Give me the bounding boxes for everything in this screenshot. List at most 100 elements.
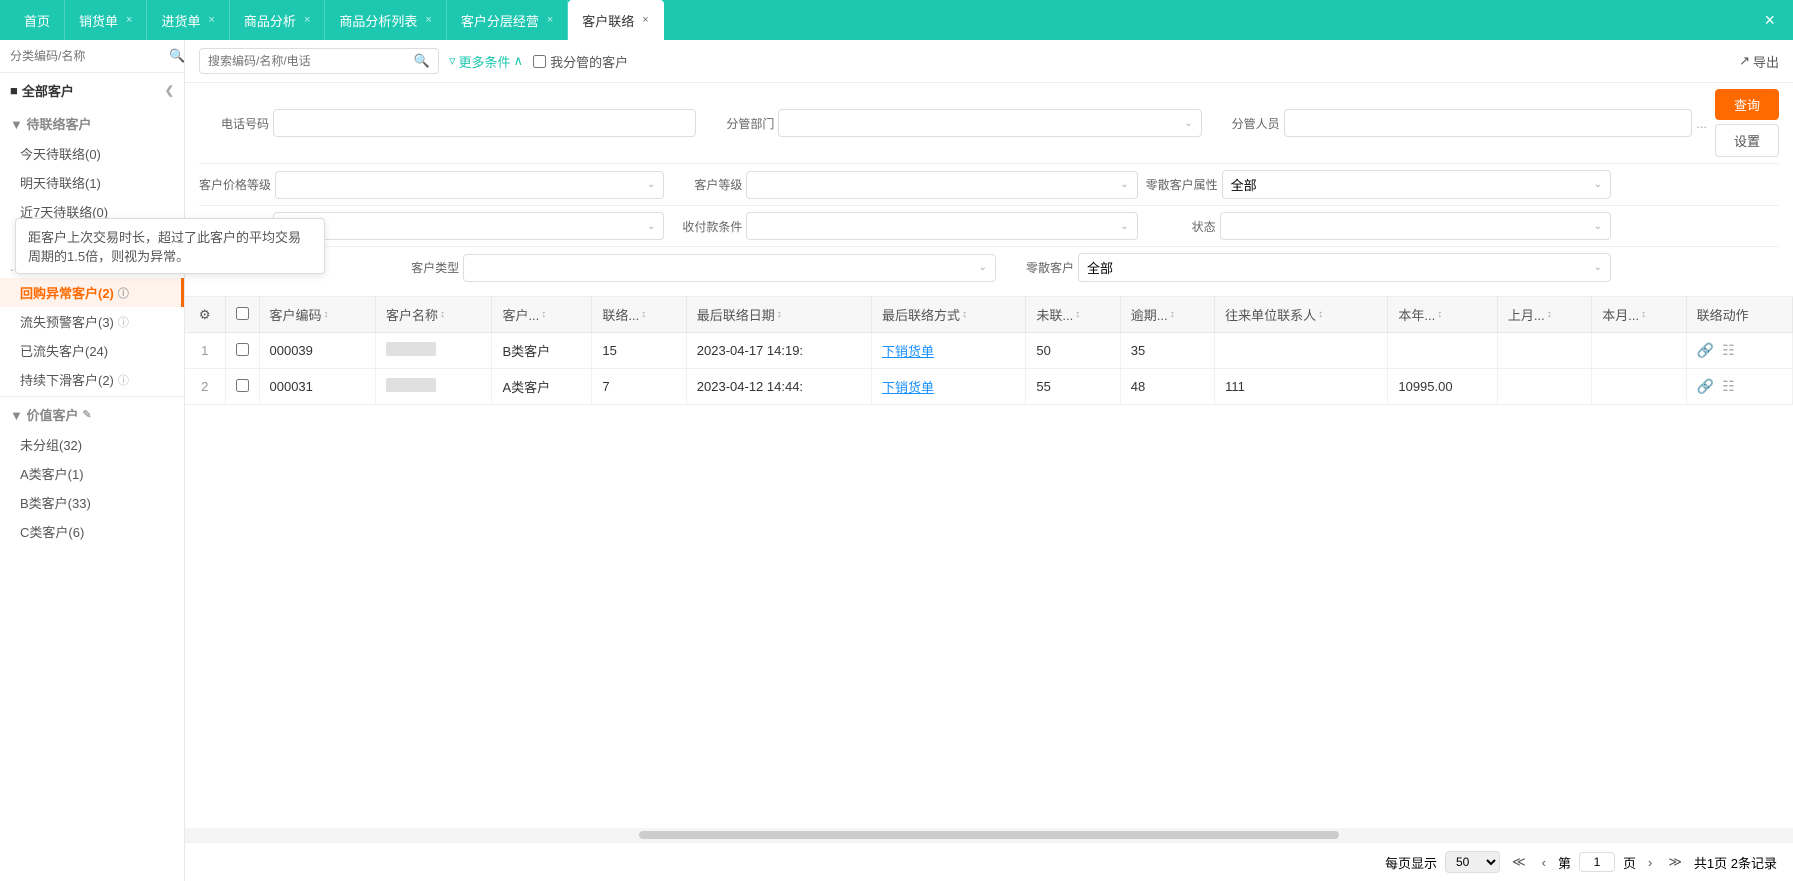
sort-icon[interactable]: ↕ — [1318, 309, 1323, 320]
nav-tab-purchase[interactable]: 进货单 × — [147, 0, 229, 40]
export-icon: ↗ — [1739, 53, 1750, 69]
overdue-days: 35 — [1120, 333, 1214, 369]
sidebar-search-input[interactable] — [10, 49, 165, 63]
checkbox-col-header[interactable] — [225, 297, 259, 333]
payment-select[interactable]: ⌄ — [746, 212, 1137, 240]
sidebar-lost-preview[interactable]: 流失预警客户(3) ⓘ — [0, 307, 184, 336]
customer-type-select[interactable]: ⌄ — [463, 254, 996, 282]
this-year-col-header: 本年... ↕ — [1388, 297, 1498, 333]
prev-page-button[interactable]: ‹ — [1538, 853, 1550, 872]
close-icon[interactable]: × — [126, 14, 132, 26]
next-page-button[interactable]: › — [1644, 853, 1656, 872]
sidebar-c-class[interactable]: C类客户(6) — [0, 517, 184, 546]
select-all-checkbox[interactable] — [236, 307, 249, 320]
nav-tab-sales[interactable]: 销货单 × — [65, 0, 147, 40]
horizontal-scrollbar[interactable] — [185, 828, 1793, 842]
setting-button[interactable]: 设置 — [1715, 124, 1779, 157]
export-button[interactable]: ↗ 导出 — [1739, 52, 1779, 71]
nav-tab-customer-tier[interactable]: 客户分层经营 × — [447, 0, 568, 40]
sidebar-search-area: 🔍 — [0, 40, 184, 73]
info-icon[interactable]: ⓘ — [118, 314, 129, 330]
sort-icon[interactable]: ↕ — [440, 309, 445, 320]
info-icon[interactable]: ⓘ — [118, 372, 129, 388]
nav-tab-product-list[interactable]: 商品分析列表 × — [325, 0, 446, 40]
row-checkbox[interactable] — [236, 379, 249, 392]
row-checkbox[interactable] — [236, 343, 249, 356]
sort-icon[interactable]: ↕ — [1437, 309, 1442, 320]
waiting-contact-group[interactable]: ▼ 待联络客户 — [0, 108, 184, 139]
close-icon[interactable]: × — [304, 14, 310, 26]
search-bar: 🔍 ▿ 更多条件 ∧ 我分管的客户 ↗ 导出 — [185, 40, 1793, 83]
status-select[interactable]: ⌄ — [1220, 212, 1611, 240]
retail-attr-select[interactable]: 全部 ⌄ — [1222, 170, 1611, 199]
sort-icon[interactable]: ↕ — [1641, 309, 1646, 320]
sidebar-tomorrow-contact[interactable]: 明天待联络(1) — [0, 168, 184, 197]
sort-icon[interactable]: ↕ — [962, 309, 967, 320]
sidebar-today-contact[interactable]: 今天待联络(0) — [0, 139, 184, 168]
close-icon[interactable]: × — [547, 14, 553, 26]
sidebar-unsorted[interactable]: 未分组(32) — [0, 430, 184, 459]
last-contact-method-col-header: 最后联络方式 ↕ — [872, 297, 1026, 333]
unlinked-days: 55 — [1026, 369, 1120, 405]
sort-icon[interactable]: ↕ — [1170, 309, 1175, 320]
my-customers-checkbox[interactable]: 我分管的客户 — [533, 52, 628, 71]
search-icon[interactable]: 🔍 — [169, 48, 185, 64]
content-area: 🔍 ▿ 更多条件 ∧ 我分管的客户 ↗ 导出 电话号码 — [185, 40, 1793, 881]
search-input[interactable] — [208, 54, 410, 68]
info-icon[interactable]: ⓘ — [118, 285, 129, 301]
sort-icon[interactable]: ↕ — [641, 309, 646, 320]
window-close-button[interactable]: × — [1756, 10, 1783, 31]
divider — [0, 396, 184, 397]
more-conditions-btn[interactable]: ▿ 更多条件 ∧ — [449, 52, 523, 71]
nav-tab-product-analysis[interactable]: 商品分析 × — [230, 0, 325, 40]
action-cell: 🔗 ☷ — [1686, 333, 1792, 369]
filter-dept: 分管部门 ⌄ — [704, 109, 1201, 137]
search-icon[interactable]: 🔍 — [414, 53, 430, 69]
this-year-amount — [1388, 333, 1498, 369]
settings-col-header[interactable]: ⚙ — [185, 297, 225, 333]
grid-icon: ■ — [10, 83, 18, 98]
all-customers-section[interactable]: ■ 全部客户 ❮ — [0, 73, 184, 108]
link-action-icon[interactable]: 🔗 — [1697, 378, 1714, 395]
nav-tab-home[interactable]: 首页 — [10, 0, 65, 40]
sidebar-repeat-purchase[interactable]: 回购异常客户(2) ⓘ — [0, 278, 184, 307]
sort-icon[interactable]: ↕ — [1547, 309, 1552, 320]
last-page-button[interactable]: ≫ — [1664, 852, 1686, 872]
close-icon[interactable]: × — [642, 14, 648, 26]
scrollbar-thumb[interactable] — [639, 831, 1339, 839]
price-grade-select[interactable]: ⌄ — [275, 171, 664, 199]
retail-customer-select[interactable]: 全部 ⌄ — [1078, 253, 1611, 282]
sidebar-a-class[interactable]: A类客户(1) — [0, 459, 184, 488]
page-number-input[interactable] — [1579, 852, 1615, 872]
grid-action-icon[interactable]: ☷ — [1722, 342, 1735, 359]
unlinked-days: 50 — [1026, 333, 1120, 369]
value-customers-group[interactable]: ▼ 价值客户 ✎ — [0, 399, 184, 430]
customer-grade-select[interactable]: ⌄ — [746, 171, 1137, 199]
sidebar-declining[interactable]: 持续下滑客户(2) ⓘ — [0, 365, 184, 394]
sidebar-lost[interactable]: 已流失客户(24) — [0, 336, 184, 365]
dept-select[interactable]: ⌄ — [778, 109, 1201, 137]
more-options-icon[interactable]: ... — [1696, 116, 1707, 131]
sort-icon[interactable]: ↕ — [1075, 309, 1080, 320]
phone-input[interactable] — [273, 109, 696, 137]
this-month-amount — [1592, 333, 1686, 369]
sort-icon[interactable]: ↕ — [541, 309, 546, 320]
close-icon[interactable]: × — [208, 14, 214, 26]
grid-action-icon[interactable]: ☷ — [1722, 378, 1735, 395]
link-action-icon[interactable]: 🔗 — [1697, 342, 1714, 359]
query-button[interactable]: 查询 — [1715, 89, 1779, 120]
filter-retail-attr: 零散客户属性 全部 ⌄ — [1146, 170, 1611, 199]
sidebar-b-class[interactable]: B类客户(33) — [0, 488, 184, 517]
page-size-select[interactable]: 50 20 100 — [1445, 851, 1500, 873]
edit-icon[interactable]: ✎ — [82, 408, 91, 421]
my-customers-check[interactable] — [533, 55, 546, 68]
sort-icon[interactable]: ↕ — [777, 309, 782, 320]
first-page-button[interactable]: ≪ — [1508, 852, 1530, 872]
nav-tab-customer-contact[interactable]: 客户联络 × — [568, 0, 663, 40]
sort-icon[interactable]: ↕ — [324, 309, 329, 320]
close-icon[interactable]: × — [425, 14, 431, 26]
person-input[interactable] — [1284, 109, 1692, 137]
collapse-icon[interactable]: ❮ — [165, 84, 174, 97]
gender-select[interactable]: ⌄ — [273, 212, 664, 240]
contact-count: 15 — [592, 333, 686, 369]
